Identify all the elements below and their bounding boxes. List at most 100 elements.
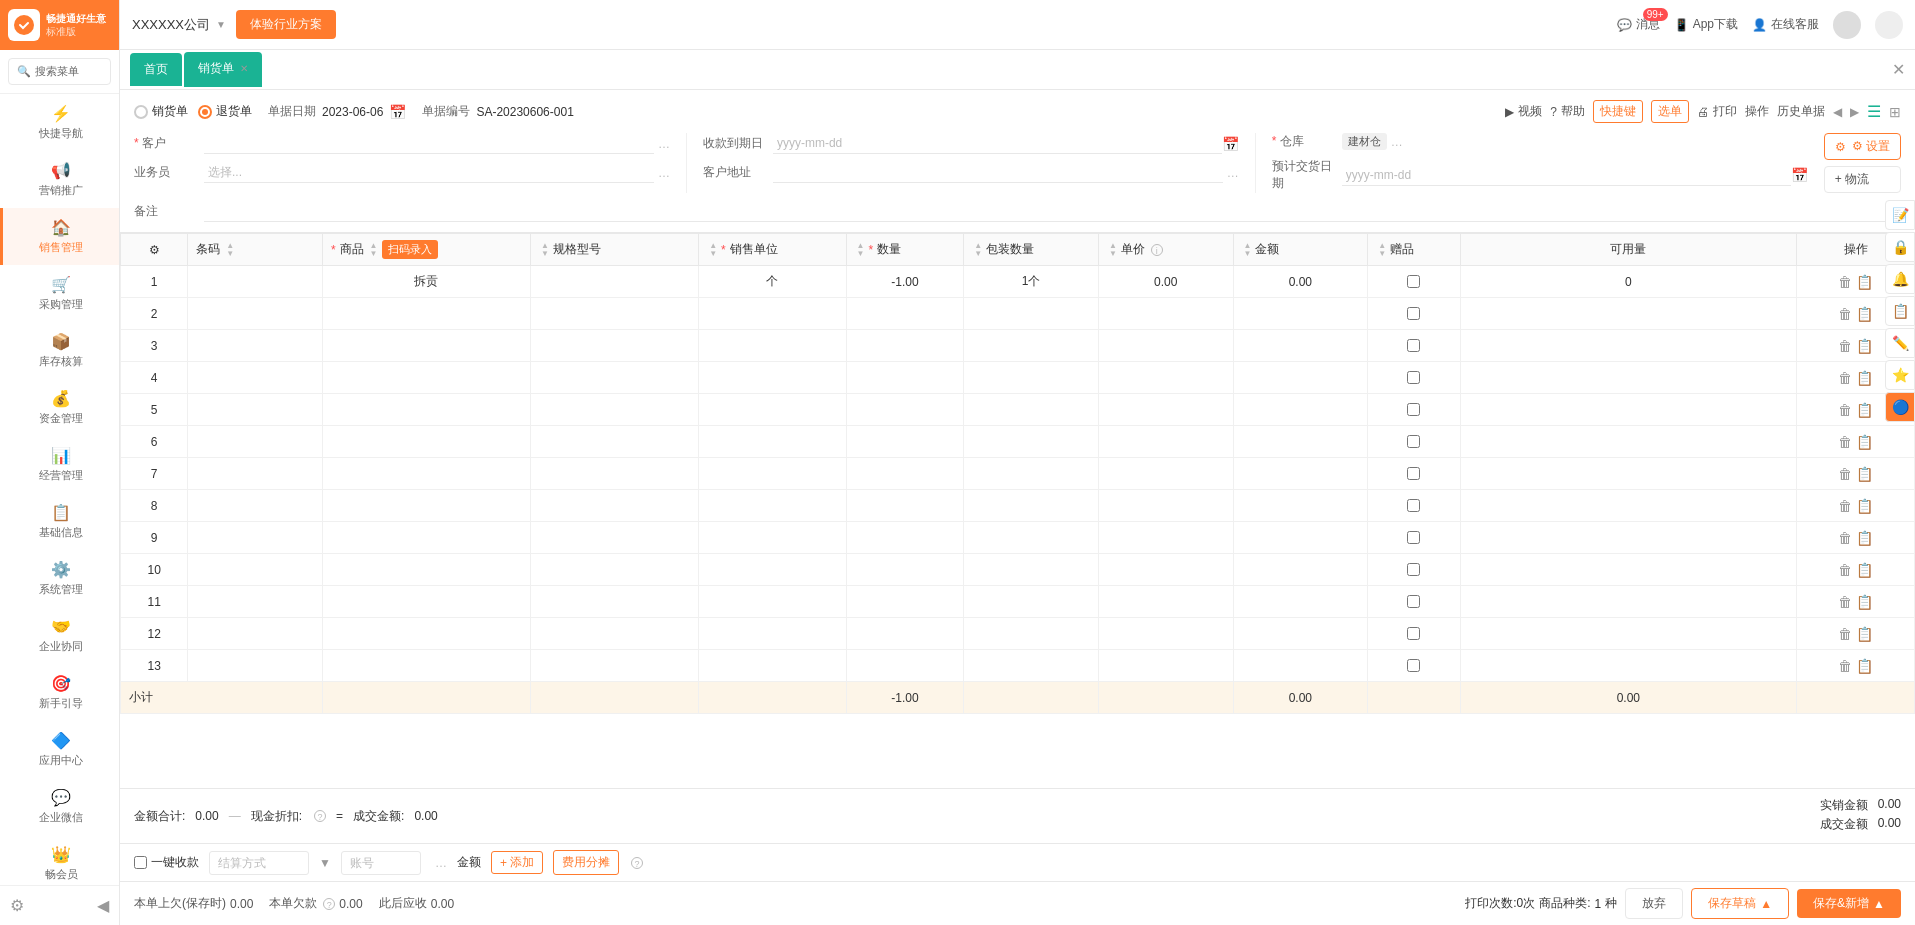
- row-gift-8[interactable]: [1368, 490, 1460, 522]
- company-selector[interactable]: XXXXXX公司 ▼: [132, 16, 226, 34]
- gift-checkbox-10[interactable]: [1407, 563, 1420, 576]
- salesperson-dots-btn[interactable]: …: [658, 166, 670, 180]
- copy-btn-9[interactable]: 📋: [1856, 530, 1873, 546]
- row-spec-7[interactable]: [530, 458, 698, 490]
- row-price-8[interactable]: [1098, 490, 1233, 522]
- barcode-input-1[interactable]: [196, 275, 314, 289]
- row-amount-3[interactable]: [1233, 330, 1368, 362]
- delete-btn-6[interactable]: 🗑: [1838, 434, 1852, 450]
- search-menu-button[interactable]: 🔍 搜索菜单: [8, 58, 111, 85]
- row-barcode-9[interactable]: [188, 522, 323, 554]
- avatar2[interactable]: [1875, 11, 1903, 39]
- barcode-input-8[interactable]: [196, 499, 314, 513]
- row-barcode-12[interactable]: [188, 618, 323, 650]
- sidebar-item-finance[interactable]: 💰 资金管理: [0, 379, 119, 436]
- address-dots-btn[interactable]: …: [1227, 166, 1239, 180]
- delivery-calendar[interactable]: 📅: [1791, 167, 1808, 183]
- gift-checkbox-8[interactable]: [1407, 499, 1420, 512]
- row-pkgqty-4[interactable]: [964, 362, 1099, 394]
- float-btn-4[interactable]: 📋: [1885, 296, 1915, 326]
- barcode-input-7[interactable]: [196, 467, 314, 481]
- copy-btn-5[interactable]: 📋: [1856, 402, 1873, 418]
- row-gift-1[interactable]: [1368, 266, 1460, 298]
- print-action[interactable]: 🖨 打印: [1697, 103, 1737, 120]
- sidebar-item-quick-nav[interactable]: ⚡ 快捷导航: [0, 94, 119, 151]
- row-product-3[interactable]: [322, 330, 530, 362]
- row-qty-7[interactable]: [846, 458, 964, 490]
- row-barcode-10[interactable]: [188, 554, 323, 586]
- customer-address-input[interactable]: [773, 162, 1223, 183]
- row-unit-13[interactable]: [699, 650, 846, 682]
- row-barcode-1[interactable]: [188, 266, 323, 298]
- row-qty-13[interactable]: [846, 650, 964, 682]
- delete-btn-13[interactable]: 🗑: [1838, 658, 1852, 674]
- delete-btn-2[interactable]: 🗑: [1838, 306, 1852, 322]
- discount-help-icon[interactable]: ?: [314, 810, 326, 822]
- nav-next-btn[interactable]: ▶: [1850, 105, 1859, 119]
- sidebar-item-basic[interactable]: 📋 基础信息: [0, 493, 119, 550]
- row-amount-12[interactable]: [1233, 618, 1368, 650]
- row-pkgqty-6[interactable]: [964, 426, 1099, 458]
- row-price-9[interactable]: [1098, 522, 1233, 554]
- account-input[interactable]: [341, 851, 421, 875]
- row-gift-10[interactable]: [1368, 554, 1460, 586]
- copy-btn-8[interactable]: 📋: [1856, 498, 1873, 514]
- trial-btn[interactable]: 体验行业方案: [236, 10, 336, 39]
- select-action[interactable]: 选单: [1651, 100, 1689, 123]
- delete-btn-7[interactable]: 🗑: [1838, 466, 1852, 482]
- row-amount-2[interactable]: [1233, 298, 1368, 330]
- scan-btn[interactable]: 扫码录入: [382, 240, 438, 259]
- row-pkgqty-9[interactable]: [964, 522, 1099, 554]
- row-product-8[interactable]: [322, 490, 530, 522]
- sidebar-collapse-button[interactable]: ◀: [97, 896, 109, 915]
- row-product-11[interactable]: [322, 586, 530, 618]
- row-spec-13[interactable]: [530, 650, 698, 682]
- row-pkgqty-8[interactable]: [964, 490, 1099, 522]
- nav-prev-btn[interactable]: ◀: [1833, 105, 1842, 119]
- row-price-11[interactable]: [1098, 586, 1233, 618]
- row-amount-7[interactable]: [1233, 458, 1368, 490]
- row-spec-5[interactable]: [530, 394, 698, 426]
- row-product-5[interactable]: [322, 394, 530, 426]
- gift-checkbox-1[interactable]: [1407, 275, 1420, 288]
- row-barcode-6[interactable]: [188, 426, 323, 458]
- tab-home[interactable]: 首页: [130, 53, 182, 86]
- gift-checkbox-12[interactable]: [1407, 627, 1420, 640]
- row-amount-13[interactable]: [1233, 650, 1368, 682]
- float-btn-6[interactable]: ⭐: [1885, 360, 1915, 390]
- row-gift-12[interactable]: [1368, 618, 1460, 650]
- sidebar-item-marketing[interactable]: 📢 营销推广: [0, 151, 119, 208]
- row-amount-10[interactable]: [1233, 554, 1368, 586]
- row-qty-4[interactable]: [846, 362, 964, 394]
- barcode-input-3[interactable]: [196, 339, 314, 353]
- row-price-4[interactable]: [1098, 362, 1233, 394]
- copy-btn-3[interactable]: 📋: [1856, 338, 1873, 354]
- row-product-13[interactable]: [322, 650, 530, 682]
- row-amount-1[interactable]: 0.00: [1233, 266, 1368, 298]
- sidebar-item-collab[interactable]: 🤝 企业协同: [0, 607, 119, 664]
- row-qty-3[interactable]: [846, 330, 964, 362]
- row-gift-4[interactable]: [1368, 362, 1460, 394]
- operation-action[interactable]: 操作: [1745, 103, 1769, 120]
- app-download-btn[interactable]: 📱 App下载: [1674, 16, 1738, 33]
- row-pkgqty-7[interactable]: [964, 458, 1099, 490]
- delete-btn-1[interactable]: 🗑: [1838, 274, 1852, 290]
- row-amount-8[interactable]: [1233, 490, 1368, 522]
- sidebar-item-wechat[interactable]: 💬 企业微信: [0, 778, 119, 835]
- sidebar-item-appstore[interactable]: 🔷 应用中心: [0, 721, 119, 778]
- tab-sales-order[interactable]: 销货单 ✕: [184, 52, 262, 87]
- row-qty-12[interactable]: [846, 618, 964, 650]
- return-order-radio[interactable]: 退货单: [198, 103, 252, 120]
- copy-btn-13[interactable]: 📋: [1856, 658, 1873, 674]
- barcode-input-5[interactable]: [196, 403, 314, 417]
- row-spec-6[interactable]: [530, 426, 698, 458]
- delete-btn-3[interactable]: 🗑: [1838, 338, 1852, 354]
- delete-btn-5[interactable]: 🗑: [1838, 402, 1852, 418]
- add-payment-btn[interactable]: + 添加: [491, 851, 543, 874]
- expense-btn[interactable]: 费用分摊: [553, 850, 619, 875]
- row-pkgqty-11[interactable]: [964, 586, 1099, 618]
- row-unit-10[interactable]: [699, 554, 846, 586]
- row-qty-8[interactable]: [846, 490, 964, 522]
- delete-btn-11[interactable]: 🗑: [1838, 594, 1852, 610]
- row-barcode-13[interactable]: [188, 650, 323, 682]
